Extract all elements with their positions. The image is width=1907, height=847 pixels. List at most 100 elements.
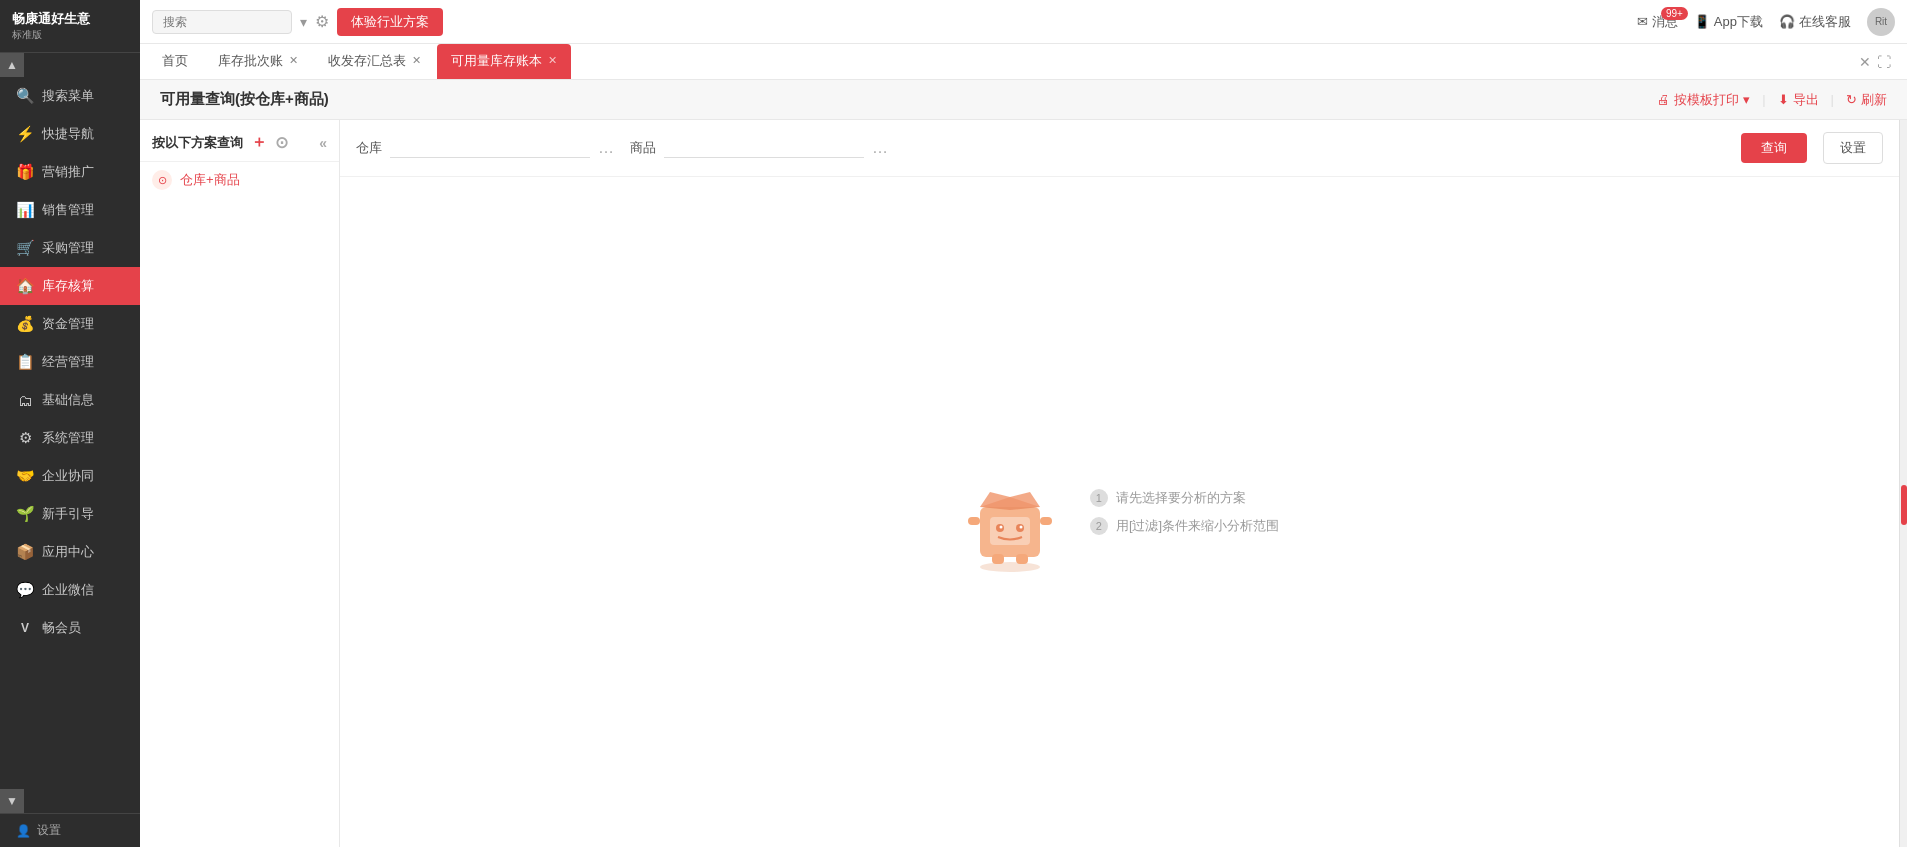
filter-add-button[interactable]: ＋: [251, 132, 267, 153]
step-2-text: 用[过滤]条件来缩小分析范围: [1116, 517, 1279, 535]
headset-icon: 🎧: [1779, 14, 1795, 29]
wechat-icon: 💬: [16, 581, 34, 599]
page-actions: 🖨 按模板打印 ▾ | ⬇ 导出 | ↻ 刷新: [1657, 91, 1887, 109]
sidebar-item-basic-info[interactable]: 🗂 基础信息: [0, 381, 140, 419]
svg-point-9: [1019, 526, 1022, 529]
settings-button[interactable]: 设置: [1823, 132, 1883, 164]
sidebar-item-quick-nav[interactable]: ⚡ 快捷导航: [0, 115, 140, 153]
sidebar-item-app-center[interactable]: 📦 应用中心: [0, 533, 140, 571]
message-button[interactable]: ✉ 消息 99+: [1637, 13, 1678, 31]
export-button[interactable]: ⬇ 导出: [1778, 91, 1819, 109]
sidebar-scroll: 🔍 搜索菜单 ⚡ 快捷导航 🎁 营销推广 📊 销售管理 🛒 采购管理 🏠 库存核…: [0, 77, 140, 789]
topbar-right: ✉ 消息 99+ 📱 App下载 🎧 在线客服 Rit: [1637, 8, 1895, 36]
app-download-button[interactable]: 📱 App下载: [1694, 13, 1763, 31]
logo-subtitle: 标准版: [12, 28, 128, 42]
tab-home-label: 首页: [162, 52, 188, 70]
print-chevron-icon[interactable]: ▾: [1743, 92, 1750, 107]
right-scrollbar[interactable]: [1899, 120, 1907, 847]
tab-collect-summary-close[interactable]: ✕: [412, 54, 421, 67]
sidebar-item-system[interactable]: ⚙ 系统管理: [0, 419, 140, 457]
enterprise-icon: 🤝: [16, 467, 34, 485]
sidebar-item-member[interactable]: V 畅会员: [0, 609, 140, 647]
sidebar-item-finance[interactable]: 💰 资金管理: [0, 305, 140, 343]
sidebar-logo: 畅康通好生意 标准版: [0, 0, 140, 53]
tab-available-ledger-close[interactable]: ✕: [548, 54, 557, 67]
tab-expand-icon[interactable]: ⛶: [1877, 54, 1891, 70]
sidebar-scroll-up[interactable]: ▲: [0, 53, 24, 77]
chevron-down-icon[interactable]: ▾: [300, 14, 307, 30]
app-download-icon: 📱: [1694, 14, 1710, 29]
sidebar-item-label: 新手引导: [42, 505, 94, 523]
sidebar-item-label: 资金管理: [42, 315, 94, 333]
user-avatar-icon: 👤: [16, 824, 31, 838]
empty-state: 1 请先选择要分析的方案 2 用[过滤]条件来缩小分析范围: [340, 177, 1899, 847]
tab-batch-account[interactable]: 库存批次账 ✕: [204, 44, 312, 79]
system-icon: ⚙: [16, 429, 34, 447]
warehouse-input[interactable]: [390, 138, 590, 158]
print-label: 按模板打印: [1674, 91, 1739, 109]
sidebar-item-label: 企业微信: [42, 581, 94, 599]
quick-nav-icon: ⚡: [16, 125, 34, 143]
print-button[interactable]: 🖨 按模板打印 ▾: [1657, 91, 1750, 109]
sidebar-item-label: 采购管理: [42, 239, 94, 257]
sidebar-item-operations[interactable]: 📋 经营管理: [0, 343, 140, 381]
filter-item-warehouse-goods[interactable]: ⊙ 仓库+商品: [140, 162, 339, 198]
tab-home[interactable]: 首页: [148, 44, 202, 79]
svg-rect-13: [1016, 554, 1028, 564]
tab-actions: ✕ ⛶: [1851, 44, 1899, 79]
sales-icon: 📊: [16, 201, 34, 219]
sidebar-bottom[interactable]: 👤 设置: [0, 813, 140, 847]
warehouse-more-icon[interactable]: …: [598, 139, 614, 157]
inventory-icon: 🏠: [16, 277, 34, 295]
filter-header: 按以下方案查询 ＋ ⊙ «: [140, 132, 339, 162]
sidebar-item-marketing[interactable]: 🎁 营销推广: [0, 153, 140, 191]
tab-batch-account-close[interactable]: ✕: [289, 54, 298, 67]
filter-collapse-button[interactable]: «: [319, 135, 327, 151]
tab-close-icon[interactable]: ✕: [1859, 54, 1871, 70]
svg-rect-10: [968, 517, 980, 525]
logo-title: 畅康通好生意: [12, 10, 128, 28]
sidebar-item-label: 应用中心: [42, 543, 94, 561]
search-input[interactable]: [152, 10, 292, 34]
sidebar-item-inventory[interactable]: 🏠 库存核算: [0, 267, 140, 305]
goods-more-icon[interactable]: …: [872, 139, 888, 157]
avatar-text: Rit: [1875, 16, 1887, 27]
member-icon: V: [16, 621, 34, 635]
page-title: 可用量查询(按仓库+商品): [160, 90, 329, 109]
sidebar-item-enterprise[interactable]: 🤝 企业协同: [0, 457, 140, 495]
tab-available-ledger[interactable]: 可用量库存账本 ✕: [437, 44, 571, 79]
refresh-icon: ↻: [1846, 92, 1857, 107]
guide-icon: 🌱: [16, 505, 34, 523]
tab-collect-summary[interactable]: 收发存汇总表 ✕: [314, 44, 435, 79]
user-info[interactable]: Rit: [1867, 8, 1895, 36]
export-icon: ⬇: [1778, 92, 1789, 107]
sidebar-item-label: 经营管理: [42, 353, 94, 371]
step-1-number: 1: [1090, 489, 1108, 507]
empty-step-1: 1 请先选择要分析的方案: [1090, 489, 1279, 507]
query-button[interactable]: 查询: [1741, 133, 1807, 163]
step-1-text: 请先选择要分析的方案: [1116, 489, 1246, 507]
goods-input[interactable]: [664, 138, 864, 158]
main-content: 仓库 … 商品 … 查询 设置: [340, 120, 1899, 847]
filter-item-label: 仓库+商品: [180, 171, 240, 189]
sidebar-scroll-down[interactable]: ▼: [0, 789, 24, 813]
scrollbar-thumb: [1901, 485, 1907, 525]
online-service-button[interactable]: 🎧 在线客服: [1779, 13, 1851, 31]
trial-button[interactable]: 体验行业方案: [337, 8, 443, 36]
gear-icon[interactable]: ⚙: [315, 12, 329, 31]
sidebar-item-wechat[interactable]: 💬 企业微信: [0, 571, 140, 609]
sidebar-item-label: 企业协同: [42, 467, 94, 485]
sidebar-item-label: 系统管理: [42, 429, 94, 447]
sidebar-item-sales[interactable]: 📊 销售管理: [0, 191, 140, 229]
refresh-button[interactable]: ↻ 刷新: [1846, 91, 1887, 109]
app-download-label: App下载: [1714, 13, 1763, 31]
sidebar-item-search[interactable]: 🔍 搜索菜单: [0, 77, 140, 115]
filter-settings-button[interactable]: ⊙: [275, 133, 288, 152]
main-area: ▾ ⚙ 体验行业方案 ✉ 消息 99+ 📱 App下载 🎧 在线客服 Rit: [140, 0, 1907, 847]
sidebar-item-guide[interactable]: 🌱 新手引导: [0, 495, 140, 533]
avatar: Rit: [1867, 8, 1895, 36]
message-badge: 99+: [1661, 7, 1688, 20]
sidebar-item-purchase[interactable]: 🛒 采购管理: [0, 229, 140, 267]
divider-1: |: [1762, 92, 1765, 107]
svg-marker-4: [1010, 492, 1040, 507]
